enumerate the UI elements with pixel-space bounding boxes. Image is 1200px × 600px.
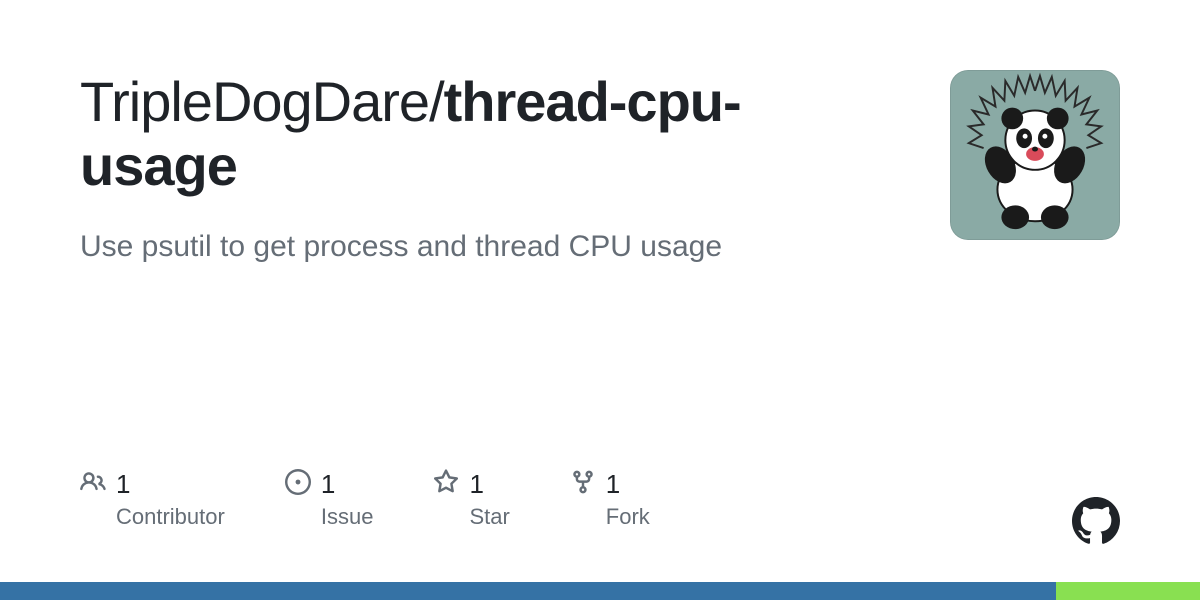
star-icon <box>433 469 459 500</box>
language-bar <box>0 582 1200 600</box>
stat-forks: 1 Fork <box>570 469 650 530</box>
repo-description: Use psutil to get process and thread CPU… <box>80 227 840 268</box>
github-logo-icon <box>1072 497 1120 545</box>
stat-contributors: 1 Contributor <box>80 469 225 530</box>
stat-count: 1 <box>469 469 483 500</box>
stat-label: Fork <box>606 504 650 530</box>
social-card: TripleDogDare/thread-cpu-usage Use psuti… <box>0 0 1200 600</box>
stat-label: Contributor <box>116 504 225 530</box>
stat-count: 1 <box>116 469 130 500</box>
language-segment <box>1056 582 1200 600</box>
stat-stars: 1 Star <box>433 469 509 530</box>
stat-issues: 1 Issue <box>285 469 374 530</box>
stat-count: 1 <box>321 469 335 500</box>
panda-avatar-graphic <box>951 71 1119 239</box>
language-segment <box>0 582 1056 600</box>
stat-count: 1 <box>606 469 620 500</box>
repo-separator: / <box>429 70 444 133</box>
issue-icon <box>285 469 311 500</box>
owner-avatar <box>950 70 1120 240</box>
repo-owner: TripleDogDare <box>80 70 429 133</box>
people-icon <box>80 469 106 500</box>
title-area: TripleDogDare/thread-cpu-usage Use psuti… <box>80 70 840 267</box>
header: TripleDogDare/thread-cpu-usage Use psuti… <box>80 70 1120 267</box>
stat-label: Issue <box>321 504 374 530</box>
repo-title: TripleDogDare/thread-cpu-usage <box>80 70 840 199</box>
stats-row: 1 Contributor 1 Issue 1 Star <box>80 469 650 530</box>
fork-icon <box>570 469 596 500</box>
stat-label: Star <box>469 504 509 530</box>
